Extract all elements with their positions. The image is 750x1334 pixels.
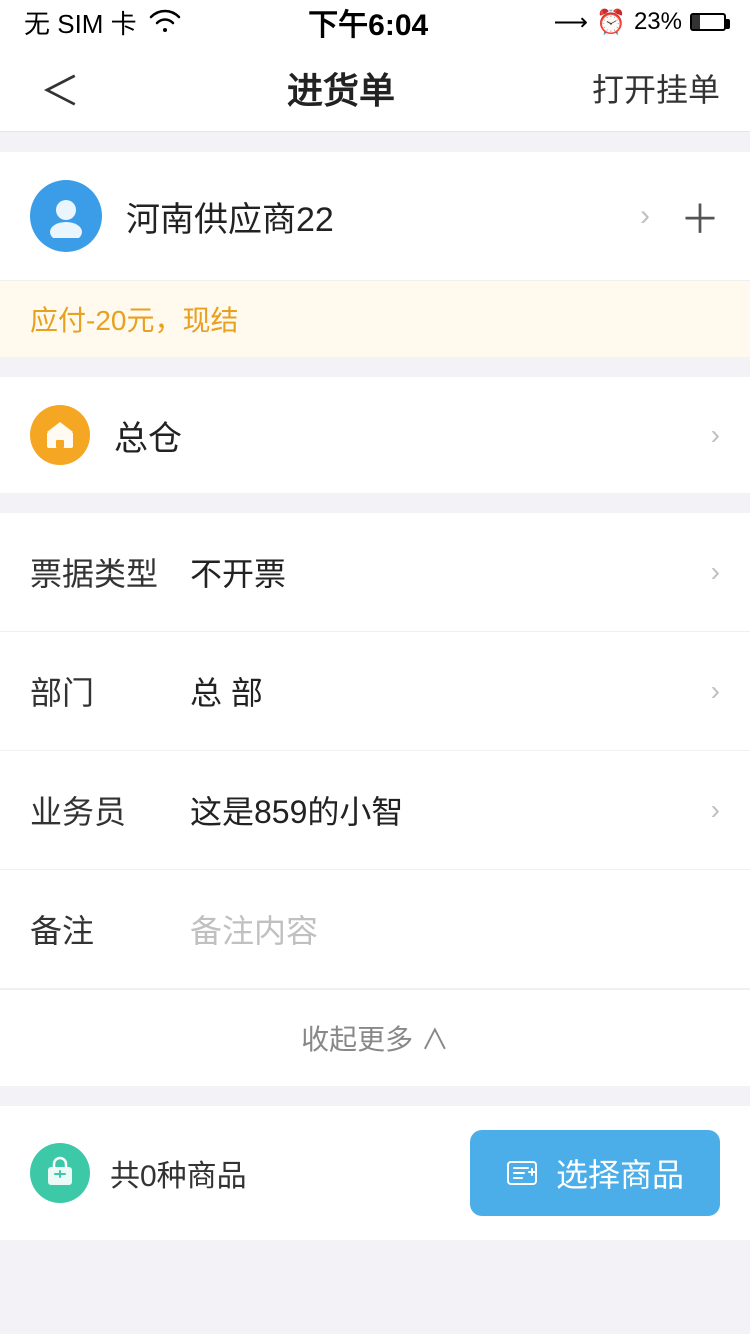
page-title: 进货单 [287, 62, 395, 114]
salesperson-chevron-icon: › [711, 794, 720, 826]
salesperson-value: 这是859的小智 [170, 787, 711, 833]
invoice-type-label: 票据类型 [30, 549, 170, 595]
collapse-label: 收起更多 ∧ [301, 1024, 449, 1055]
warehouse-icon [30, 405, 90, 465]
bottom-bar: 共0种商品 选择商品 [0, 1106, 750, 1240]
status-bar: 无 SIM 卡 下午6:04 ⟶ ⏰ 23% [0, 0, 750, 44]
department-row[interactable]: 部门 总 部 › [0, 632, 750, 751]
status-time: 下午6:04 [308, 0, 428, 44]
status-right: ⟶ ⏰ 23% [554, 8, 726, 37]
form-section: 票据类型 不开票 › 部门 总 部 › 业务员 这是859的小智 › 备注 备注… [0, 513, 750, 1086]
collapse-button[interactable]: 收起更多 ∧ [0, 989, 750, 1086]
invoice-type-value: 不开票 [170, 549, 711, 595]
warehouse-label: 总仓 [114, 411, 711, 460]
battery-icon [690, 13, 726, 31]
open-pending-button[interactable]: 打开挂单 [592, 65, 720, 111]
invoice-type-row[interactable]: 票据类型 不开票 › [0, 513, 750, 632]
remark-row[interactable]: 备注 备注内容 [0, 870, 750, 989]
nav-bar: ＜ 进货单 打开挂单 [0, 44, 750, 132]
remark-label: 备注 [30, 906, 170, 952]
department-value: 总 部 [170, 668, 711, 714]
select-product-button[interactable]: 选择商品 [470, 1130, 720, 1216]
battery-text: 23% [634, 8, 682, 36]
section-gap-1 [0, 132, 750, 152]
product-count-icon [30, 1143, 90, 1203]
supplier-row[interactable]: 河南供应商22 › ＋ [0, 152, 750, 281]
select-product-label: 选择商品 [556, 1150, 684, 1196]
product-count-text: 共0种商品 [110, 1151, 247, 1195]
wifi-icon [147, 6, 183, 39]
supplier-section: 河南供应商22 › ＋ 应付-20元，现结 [0, 152, 750, 357]
supplier-chevron-icon: › [640, 199, 650, 233]
notice-bar: 应付-20元，现结 [0, 281, 750, 357]
alarm-icon: ⏰ [596, 8, 626, 37]
product-count-left: 共0种商品 [30, 1143, 247, 1203]
location-icon: ⟶ [554, 8, 588, 37]
salesperson-row[interactable]: 业务员 这是859的小智 › [0, 751, 750, 870]
department-label: 部门 [30, 668, 170, 714]
back-button[interactable]: ＜ [30, 49, 90, 127]
section-gap-2 [0, 357, 750, 377]
warehouse-section: 总仓 › [0, 377, 750, 493]
warehouse-row[interactable]: 总仓 › [0, 377, 750, 493]
supplier-name: 河南供应商22 [126, 192, 640, 241]
supplier-avatar [30, 180, 102, 252]
warehouse-chevron-icon: › [711, 419, 720, 451]
department-chevron-icon: › [711, 675, 720, 707]
status-carrier: 无 SIM 卡 [24, 4, 183, 41]
remark-value[interactable]: 备注内容 [170, 906, 720, 952]
invoice-type-chevron-icon: › [711, 556, 720, 588]
notice-text: 应付-20元，现结 [30, 305, 238, 336]
add-button[interactable]: ＋ [680, 187, 720, 245]
salesperson-label: 业务员 [30, 787, 170, 833]
